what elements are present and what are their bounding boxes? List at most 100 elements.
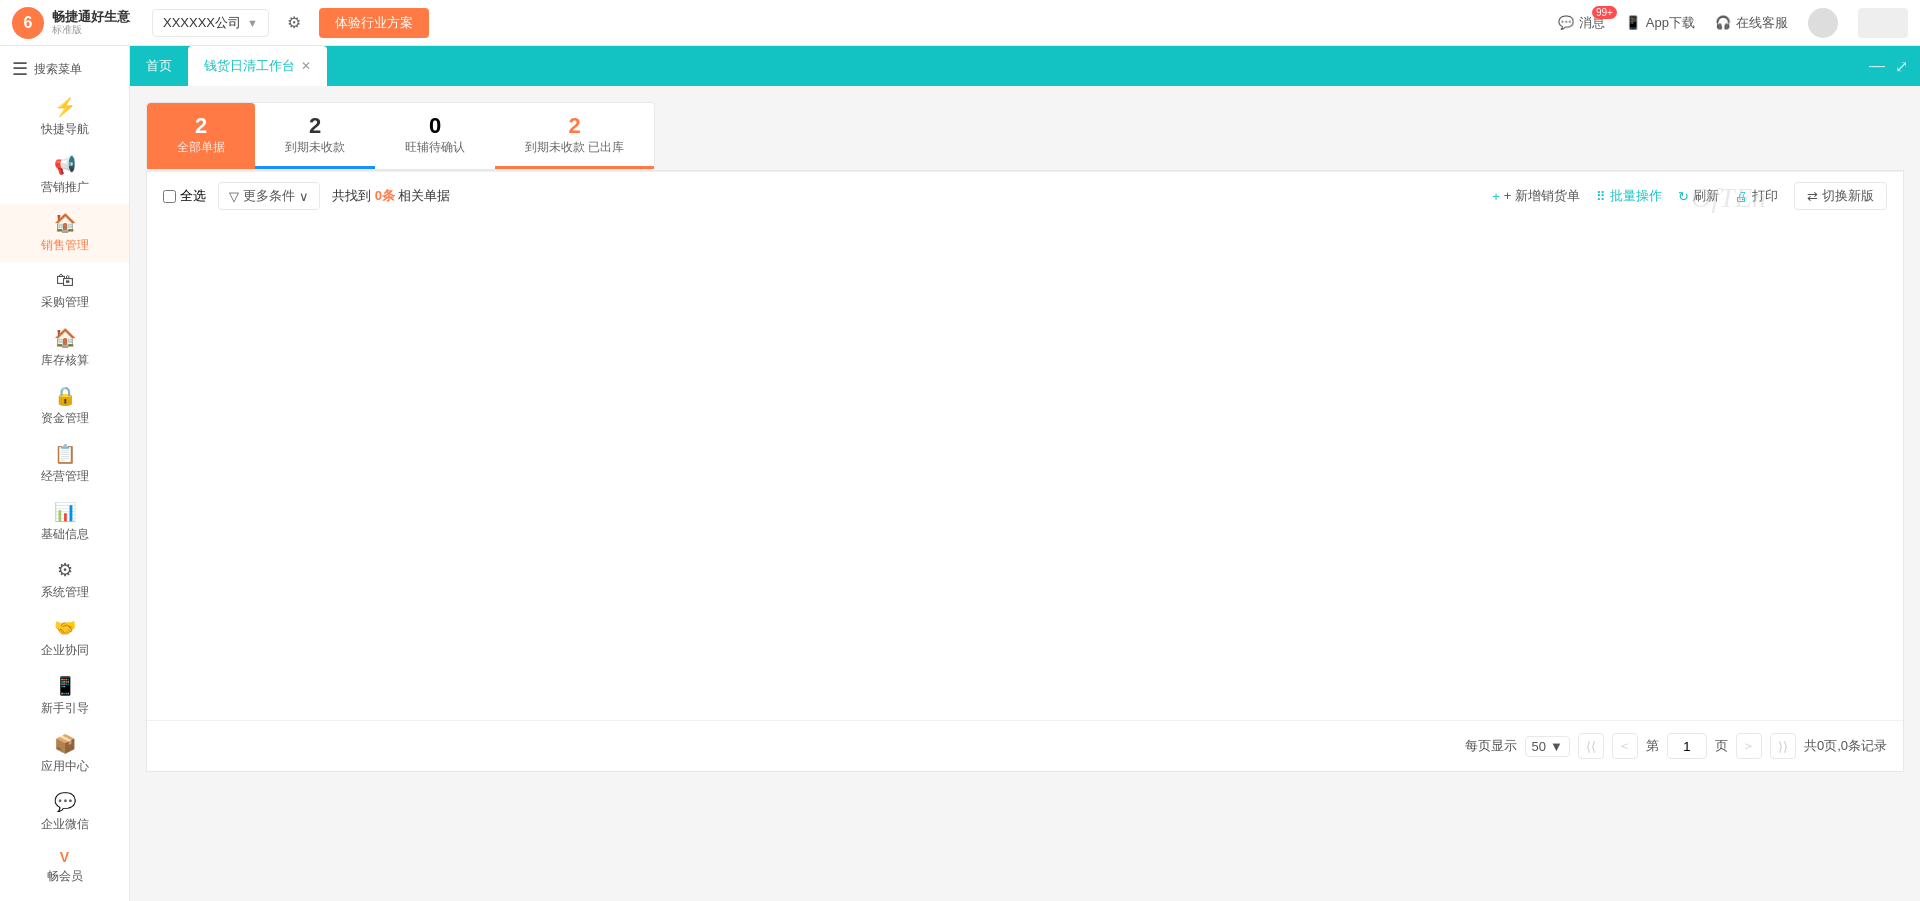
wechat-icon: 💬 xyxy=(54,791,76,813)
add-button[interactable]: + + 新增销货单 xyxy=(1492,187,1580,205)
refresh-icon: ↻ xyxy=(1678,189,1689,204)
online-support-label: 在线客服 xyxy=(1736,14,1788,32)
print-label: 打印 xyxy=(1752,187,1778,205)
stats-tab-pending[interactable]: 0 旺辅待确认 xyxy=(375,103,495,169)
add-icon: + xyxy=(1492,189,1500,204)
sidebar-menu: ☰ 搜索菜单 ⚡ 快捷导航 📢 营销推广 🏠 销售管理 🛍 采购管理 🏠 库存核… xyxy=(0,46,129,901)
filter-arrow-icon: ∨ xyxy=(299,189,309,204)
member-icon: V xyxy=(60,849,69,865)
search-menu-label: 搜索菜单 xyxy=(34,61,82,78)
quick-nav-icon: ⚡ xyxy=(54,96,76,118)
window-maximize-icon[interactable]: ⤢ xyxy=(1895,57,1908,76)
sidebar-item-wechat[interactable]: 💬 企业微信 xyxy=(0,783,129,841)
tab-daily-work-label: 钱货日清工作台 xyxy=(204,57,295,75)
marketing-label: 营销推广 xyxy=(41,179,89,196)
first-page-button[interactable]: ⟨⟨ xyxy=(1578,733,1604,759)
tab-home[interactable]: 首页 xyxy=(130,46,188,86)
finance-icon: 🔒 xyxy=(54,385,76,407)
batch-action[interactable]: ⠿ 批量操作 xyxy=(1596,187,1662,205)
app-center-icon: 📦 xyxy=(54,733,76,755)
switch-icon: ⇄ xyxy=(1807,189,1818,204)
stats-tabs: 2 全部单据 2 到期未收款 0 旺辅待确认 2 到期未收款 已出库 xyxy=(146,102,655,170)
sidebar-item-purchase[interactable]: 🛍 采购管理 xyxy=(0,262,129,319)
switch-label: 切换新版 xyxy=(1822,187,1874,205)
page-size-select[interactable]: 50 ▼ xyxy=(1525,736,1570,757)
app-download-label: App下载 xyxy=(1646,14,1695,32)
app-main-name: 畅捷通好生意 xyxy=(52,9,130,25)
page-input[interactable] xyxy=(1667,733,1707,759)
app-download-action[interactable]: 📱 App下载 xyxy=(1625,14,1695,32)
sidebar-item-app-center[interactable]: 📦 应用中心 xyxy=(0,725,129,783)
sidebar-item-system[interactable]: ⚙ 系统管理 xyxy=(0,551,129,609)
tab-home-label: 首页 xyxy=(146,57,172,75)
tab-close-icon[interactable]: ✕ xyxy=(301,59,311,73)
company-name: XXXXXX公司 xyxy=(163,14,241,32)
stats-tab-overdue-count: 2 xyxy=(309,113,321,139)
sidebar-item-quick-nav[interactable]: ⚡ 快捷导航 xyxy=(0,88,129,146)
next-page-button[interactable]: ＞ xyxy=(1736,733,1762,759)
app-download-icon: 📱 xyxy=(1625,15,1641,30)
enterprise-label: 企业协同 xyxy=(41,642,89,659)
page-size-value: 50 xyxy=(1532,739,1546,754)
operations-label: 经营管理 xyxy=(41,468,89,485)
tab-daily-work[interactable]: 钱货日清工作台 ✕ xyxy=(188,46,327,86)
stats-tab-overdue[interactable]: 2 到期未收款 xyxy=(255,103,375,169)
inventory-label: 库存核算 xyxy=(41,352,89,369)
marketing-icon: 📢 xyxy=(54,154,76,176)
sidebar-item-finance[interactable]: 🔒 资金管理 xyxy=(0,377,129,435)
print-icon: 🖨 xyxy=(1735,189,1748,204)
prev-page-button[interactable]: ＜ xyxy=(1612,733,1638,759)
page-label: 第 xyxy=(1646,737,1659,755)
table-area xyxy=(147,220,1903,720)
message-icon: 💬 xyxy=(1558,15,1574,30)
settings-button[interactable]: ⚙ xyxy=(279,8,309,38)
stats-tab-shipped[interactable]: 2 到期未收款 已出库 xyxy=(495,103,654,169)
pagination: 每页显示 50 ▼ ⟨⟨ ＜ 第 页 ＞ ⟩⟩ 共0页,0条记录 xyxy=(147,720,1903,771)
experience-button[interactable]: 体验行业方案 xyxy=(319,8,429,38)
messages-action[interactable]: 💬 消息 99+ xyxy=(1558,14,1605,32)
sidebar-item-operations[interactable]: 📋 经营管理 xyxy=(0,435,129,493)
search-menu-icon: ☰ xyxy=(12,58,28,80)
purchase-icon: 🛍 xyxy=(56,270,74,291)
sidebar-item-marketing[interactable]: 📢 营销推广 xyxy=(0,146,129,204)
stats-tab-shipped-count: 2 xyxy=(569,113,581,139)
window-controls: — ⤢ xyxy=(1869,57,1920,76)
sidebar-item-inventory[interactable]: 🏠 库存核算 xyxy=(0,319,129,377)
batch-label: 批量操作 xyxy=(1610,187,1662,205)
refresh-action[interactable]: ↻ 刷新 xyxy=(1678,187,1719,205)
quick-nav-label: 快捷导航 xyxy=(41,121,89,138)
page-label-2: 页 xyxy=(1715,737,1728,755)
online-support-action[interactable]: 🎧 在线客服 xyxy=(1715,14,1788,32)
company-selector[interactable]: XXXXXX公司 ▼ xyxy=(152,9,269,37)
enterprise-icon: 🤝 xyxy=(54,617,76,639)
system-icon: ⚙ xyxy=(57,559,73,581)
logo-icon: 6 xyxy=(12,7,44,39)
sidebar-item-member[interactable]: V 畅会员 xyxy=(0,841,129,893)
sidebar-item-sales[interactable]: 🏠 销售管理 xyxy=(0,204,129,262)
app-sub-name: 标准版 xyxy=(52,24,130,36)
filter-icon: ▽ xyxy=(229,189,239,204)
select-all-input[interactable] xyxy=(163,190,176,203)
print-action[interactable]: 🖨 打印 xyxy=(1735,187,1778,205)
user-avatar[interactable] xyxy=(1808,8,1838,38)
select-all-checkbox[interactable]: 全选 xyxy=(163,187,206,205)
filter-button[interactable]: ▽ 更多条件 ∨ xyxy=(218,182,320,210)
nav-tabs: 首页 钱货日清工作台 ✕ — ⤢ xyxy=(130,46,1920,86)
guide-label: 新手引导 xyxy=(41,700,89,717)
window-minimize-icon[interactable]: — xyxy=(1869,57,1885,75)
stats-tab-all-count: 2 xyxy=(195,113,207,139)
stats-tab-all[interactable]: 2 全部单据 xyxy=(147,103,255,169)
stats-tab-all-label: 全部单据 xyxy=(177,139,225,156)
switch-version-button[interactable]: ⇄ 切换新版 xyxy=(1794,182,1887,210)
stats-tab-shipped-label: 到期未收款 已出库 xyxy=(525,139,624,156)
sidebar-item-guide[interactable]: 📱 新手引导 xyxy=(0,667,129,725)
user-name-area[interactable] xyxy=(1858,8,1908,38)
last-page-button[interactable]: ⟩⟩ xyxy=(1770,733,1796,759)
purchase-label: 采购管理 xyxy=(41,294,89,311)
sidebar-item-basic-info[interactable]: 📊 基础信息 xyxy=(0,493,129,551)
sidebar-item-search[interactable]: ☰ 搜索菜单 xyxy=(0,50,129,88)
stats-tab-pending-label: 旺辅待确认 xyxy=(405,139,465,156)
found-text: 共找到 0条 相关单据 xyxy=(332,187,450,205)
toolbar-right: + + 新增销货单 ⠿ 批量操作 ↻ 刷新 🖨 打印 ⇄ 切换新版 xyxy=(1492,182,1887,210)
sidebar-item-enterprise[interactable]: 🤝 企业协同 xyxy=(0,609,129,667)
